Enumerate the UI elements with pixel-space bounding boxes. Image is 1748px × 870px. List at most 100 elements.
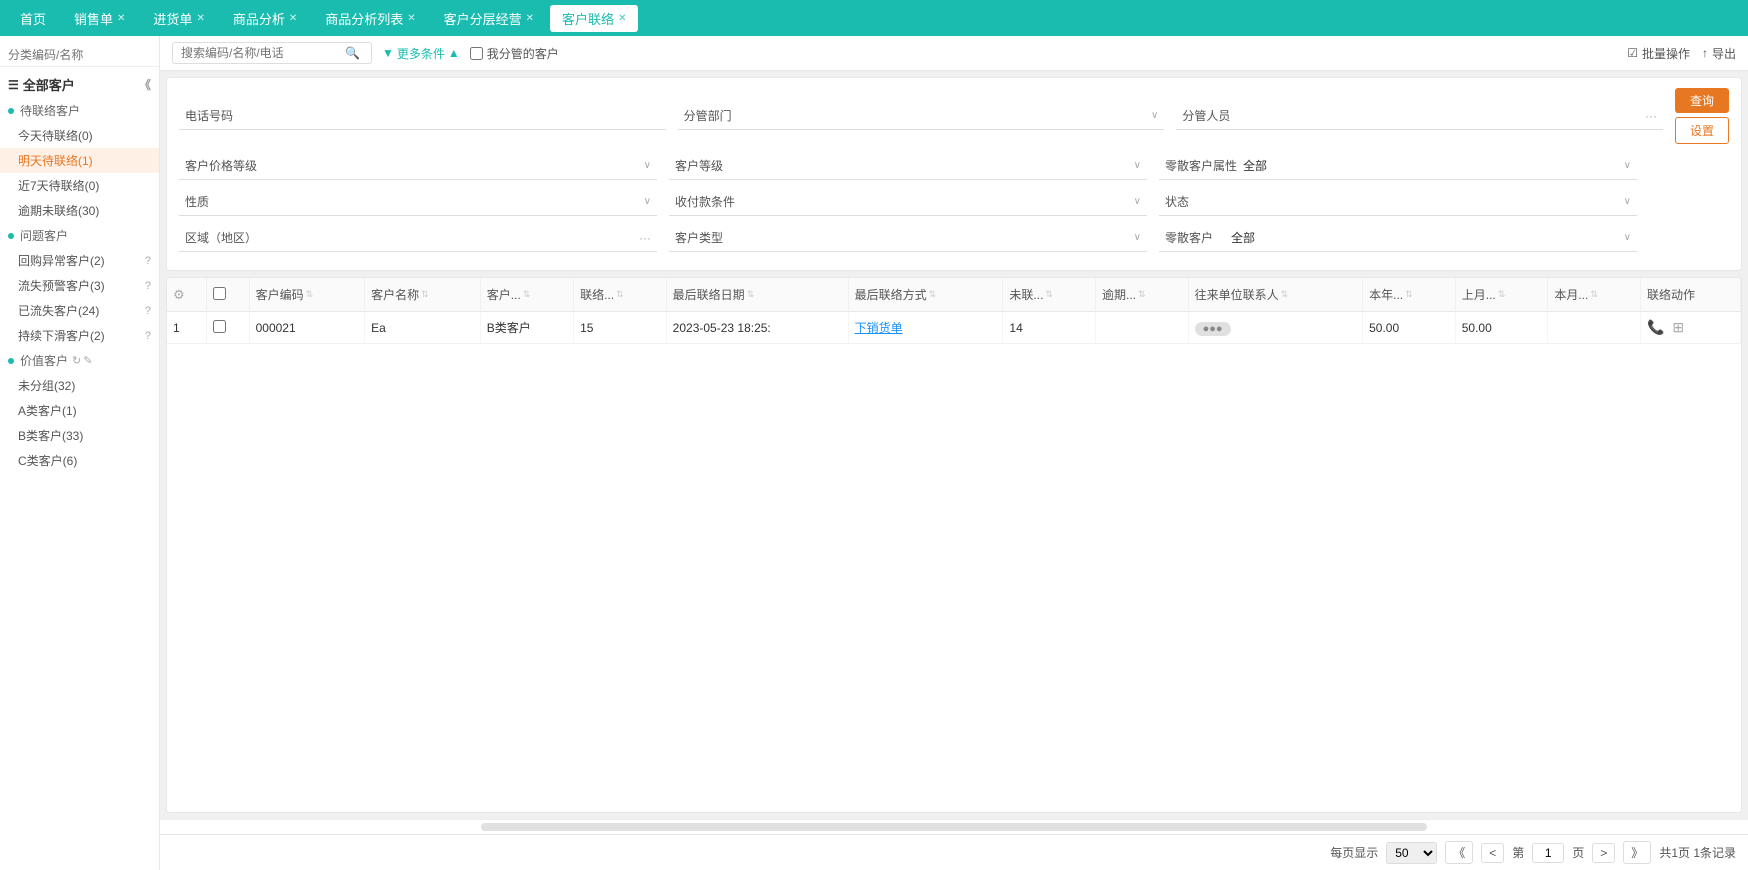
sidebar-item-abnormal[interactable]: 回购异常客户(2) ? — [0, 248, 159, 273]
filter-row-3: 性质 ∨ 收付款条件 ∨ 状态 ∨ — [179, 188, 1729, 216]
sidebar-all-customers[interactable]: ☰ 全部客户 《 — [0, 71, 159, 98]
sidebar-item-churned[interactable]: 已流失客户(24) ? — [0, 298, 159, 323]
filter-actions: 查询 设置 — [1675, 88, 1729, 144]
sort-icon: ⇅ — [421, 289, 429, 300]
th-checkbox — [207, 278, 250, 312]
scrollbar-wrap — [160, 819, 1748, 834]
th-last-date: 最后联络日期⇅ — [666, 278, 848, 312]
sidebar-item-ungrouped[interactable]: 未分组(32) — [0, 373, 159, 398]
close-icon[interactable]: ✕ — [618, 13, 626, 24]
nav-home[interactable]: 首页 — [8, 5, 58, 32]
horizontal-scrollbar[interactable] — [481, 823, 1427, 831]
chevron-down-icon: ∨ — [1134, 232, 1141, 243]
sidebar-item-tomorrow[interactable]: 明天待联络(1) — [0, 148, 159, 173]
sort-icon: ⇅ — [1498, 289, 1506, 300]
filter-row-2: 客户价格等级 ∨ 客户等级 ∨ 零散客户属性 全部 ∨ — [179, 152, 1729, 180]
sidebar-item-class-b[interactable]: B类客户(33) — [0, 423, 159, 448]
more-conditions-btn[interactable]: ▼ 更多条件 ▲ — [382, 45, 460, 62]
filter-person: 分管人员 ··· — [1176, 102, 1663, 130]
sidebar-item-churn-warning[interactable]: 流失预警客户(3) ? — [0, 273, 159, 298]
nav-product-analysis[interactable]: 商品分析 ✕ — [221, 5, 309, 32]
sidebar: 🔍 ☰ 全部客户 《 待联络客户 今天待联络(0) 明天待联络(1) 近7天待联… — [0, 36, 160, 870]
sidebar-item-overdue[interactable]: 逾期未联络(30) — [0, 198, 159, 223]
query-button[interactable]: 查询 — [1675, 88, 1729, 113]
cell-type: B类客户 — [480, 312, 573, 344]
close-icon[interactable]: ✕ — [117, 13, 125, 24]
filter-region: 区域（地区） ··· — [179, 224, 657, 252]
nav-purchase[interactable]: 进货单 ✕ — [141, 5, 216, 32]
export-btn[interactable]: ↑ 导出 — [1702, 45, 1736, 62]
setting-button[interactable]: 设置 — [1675, 117, 1729, 144]
sort-icon: ⇅ — [929, 289, 937, 300]
first-page-btn[interactable]: 《 — [1445, 841, 1473, 864]
nav-customer-contact[interactable]: 客户联络 ✕ — [550, 5, 638, 32]
close-icon[interactable]: ✕ — [196, 13, 204, 24]
per-page-select[interactable]: 50 100 200 — [1386, 842, 1437, 864]
top-nav: 首页 销售单 ✕ 进货单 ✕ 商品分析 ✕ 商品分析列表 ✕ 客户分层经营 ✕ … — [0, 0, 1748, 36]
chevron-down-icon: ∨ — [644, 160, 651, 171]
chevron-down-icon: ∨ — [1624, 196, 1631, 207]
cell-contact: 15 — [574, 312, 667, 344]
filter-status: 状态 ∨ — [1159, 188, 1637, 216]
last-page-btn[interactable]: 》 — [1623, 841, 1651, 864]
page-input[interactable] — [1532, 843, 1564, 863]
next-page-btn[interactable]: > — [1592, 843, 1615, 863]
help-icon: ? — [145, 255, 151, 267]
sidebar-item-7days[interactable]: 近7天待联络(0) — [0, 173, 159, 198]
sidebar-search-input[interactable] — [8, 48, 160, 62]
my-customers-checkbox[interactable]: 我分管的客户 — [470, 45, 559, 62]
filter-phone: 电话号码 — [179, 102, 666, 130]
search-input[interactable] — [181, 46, 341, 60]
sort-icon: ⇅ — [1281, 289, 1289, 300]
th-overdue: 逾期...⇅ — [1096, 278, 1189, 312]
search-icon: 🔍 — [345, 46, 360, 60]
filter-retail-attr: 零散客户属性 全部 ∨ — [1159, 152, 1637, 180]
th-last-method: 最后联络方式⇅ — [848, 278, 1003, 312]
sort-icon: ⇅ — [306, 289, 314, 300]
settings-icon[interactable]: ⚙ — [173, 287, 185, 302]
prev-page-btn[interactable]: < — [1481, 843, 1504, 863]
sidebar-group-pending[interactable]: 待联络客户 — [0, 98, 159, 123]
th-type: 客户...⇅ — [480, 278, 573, 312]
sidebar-item-today[interactable]: 今天待联络(0) — [0, 123, 159, 148]
sidebar-item-class-c[interactable]: C类客户(6) — [0, 448, 159, 473]
grid-action-icon[interactable]: ⊞ — [1672, 319, 1684, 336]
close-icon[interactable]: ✕ — [289, 13, 297, 24]
select-all-checkbox[interactable] — [213, 287, 226, 300]
cell-name: Ea — [365, 312, 481, 344]
nav-sales[interactable]: 销售单 ✕ — [62, 5, 137, 32]
cell-code: 000021 — [249, 312, 365, 344]
phone-action-icon[interactable]: 📞 — [1647, 319, 1664, 336]
sort-icon: ⇅ — [523, 289, 531, 300]
toolbar-right: ☑ 批量操作 ↑ 导出 — [1627, 45, 1736, 62]
close-icon[interactable]: ✕ — [526, 13, 534, 24]
nav-product-analysis-list[interactable]: 商品分析列表 ✕ — [313, 5, 427, 32]
cell-this-month — [1548, 312, 1641, 344]
row-checkbox[interactable] — [213, 320, 226, 333]
nav-customer-tier[interactable]: 客户分层经营 ✕ — [432, 5, 546, 32]
my-customers-check[interactable] — [470, 47, 483, 60]
filter-row-1: 电话号码 分管部门 ∨ 分管人员 ··· 查询 设置 — [179, 88, 1729, 144]
search-input-wrap: 🔍 — [172, 42, 372, 64]
batch-op-btn[interactable]: ☑ 批量操作 — [1627, 45, 1690, 62]
sidebar-item-class-a[interactable]: A类客户(1) — [0, 398, 159, 423]
search-bar: 🔍 ▼ 更多条件 ▲ 我分管的客户 ☑ 批量操作 ↑ 导出 — [160, 36, 1748, 71]
sidebar-group-value[interactable]: 价值客户 ↻ ✎ — [0, 348, 159, 373]
more-icon: ··· — [1645, 109, 1657, 123]
main-content: 🔍 ▼ 更多条件 ▲ 我分管的客户 ☑ 批量操作 ↑ 导出 — [160, 36, 1748, 870]
pagination-bar: 每页显示 50 100 200 《 < 第 页 > 》 共1页 1条记录 — [160, 834, 1748, 870]
th-unit-contact: 往来单位联系人⇅ — [1188, 278, 1362, 312]
filter-nature: 性质 ∨ — [179, 188, 657, 216]
data-table: ⚙ 客户编码⇅ 客户名称⇅ 客户...⇅ 联络...⇅ 最后联络日期⇅ 最后联络… — [167, 278, 1741, 344]
filter-customer-type: 客户类型 ∨ — [669, 224, 1147, 252]
filter-retail-customer: 零散客户 全部 ∨ — [1159, 224, 1637, 252]
collapse-icon: 《 — [139, 76, 151, 93]
chevron-down-icon: ∨ — [1134, 160, 1141, 171]
cell-check — [207, 312, 250, 344]
sidebar-group-problem[interactable]: 问题客户 — [0, 223, 159, 248]
sort-icon: ⇅ — [747, 289, 755, 300]
close-icon[interactable]: ✕ — [407, 13, 415, 24]
filter-panel: 电话号码 分管部门 ∨ 分管人员 ··· 查询 设置 客户价格等级 — [166, 77, 1742, 271]
sidebar-item-declining[interactable]: 持续下滑客户(2) ? — [0, 323, 159, 348]
export-icon: ↑ — [1702, 46, 1708, 60]
